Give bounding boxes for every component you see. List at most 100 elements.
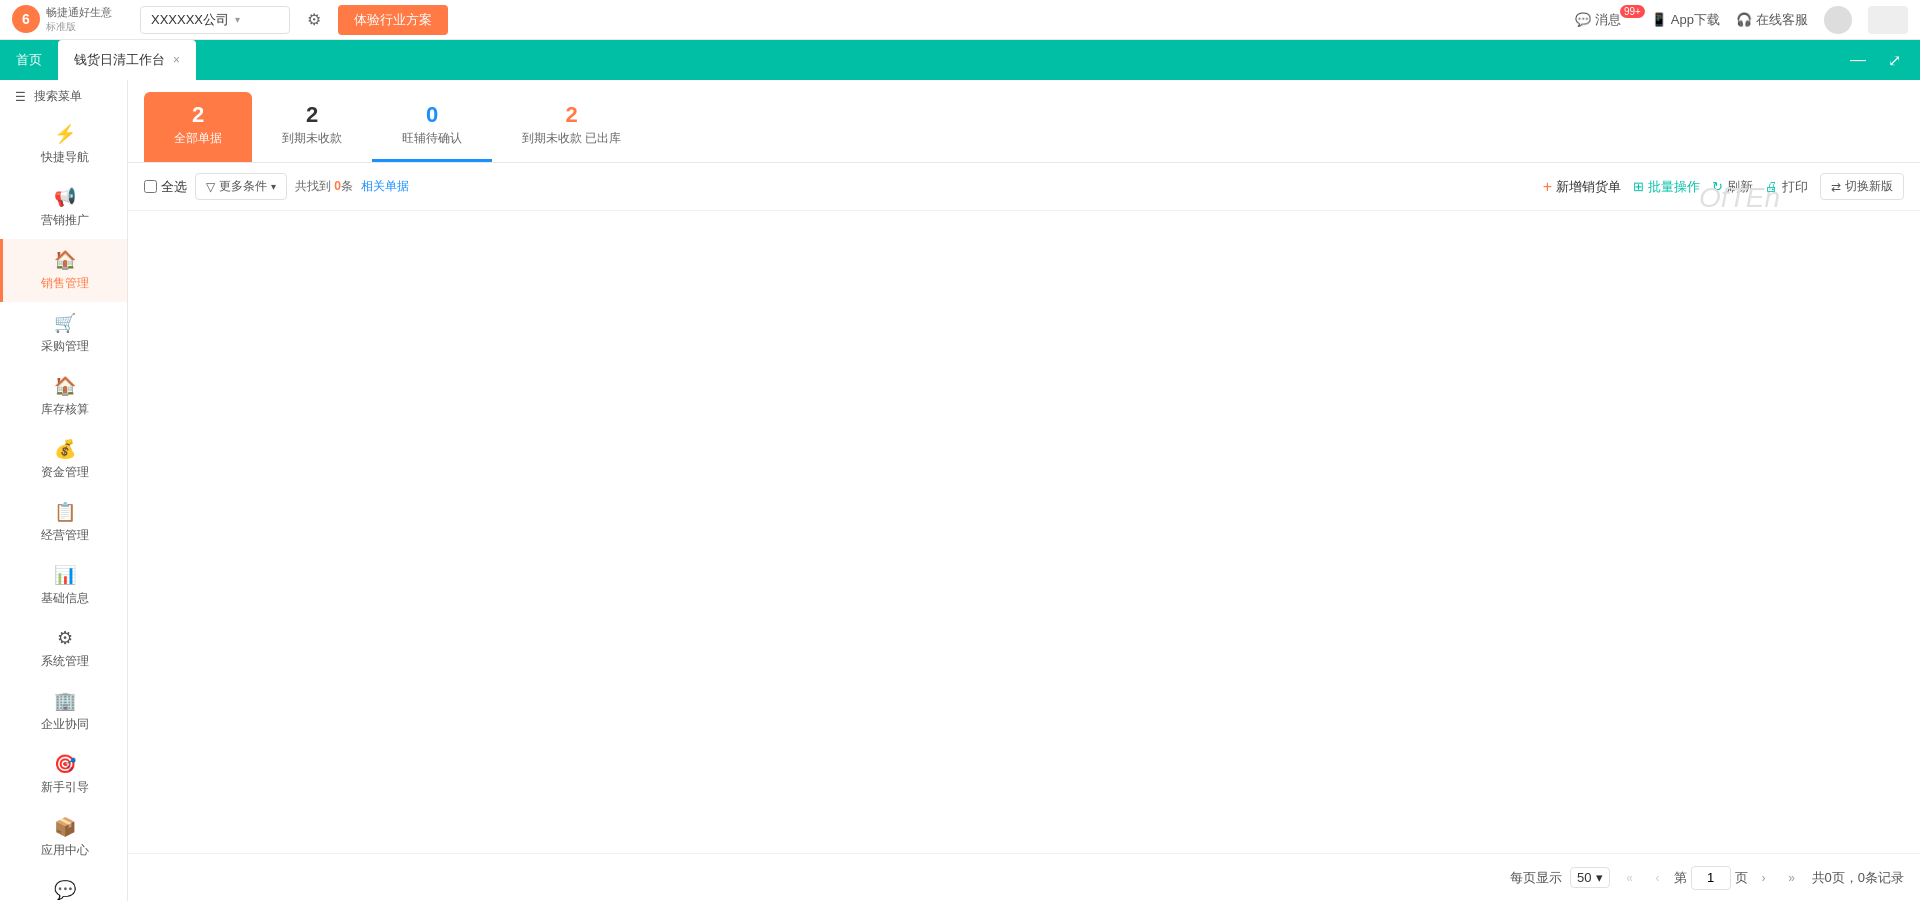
- refresh-icon: ↻: [1712, 179, 1723, 194]
- sidebar-item-sales[interactable]: 🏠 销售管理: [0, 239, 127, 302]
- sidebar-label-base-info: 基础信息: [41, 590, 89, 607]
- tab-maximize-button[interactable]: ⤢: [1880, 46, 1908, 74]
- tab-active[interactable]: 钱货日清工作台 ×: [58, 40, 196, 80]
- enterprise-icon: 🏢: [54, 690, 76, 712]
- page-size-select[interactable]: 50 ▾: [1570, 867, 1609, 888]
- page-size-chevron-icon: ▾: [1596, 870, 1603, 885]
- add-button[interactable]: + 新增销货单: [1543, 178, 1621, 196]
- page-suffix: 页: [1735, 869, 1748, 887]
- sidebar-label-app-center: 应用中心: [41, 842, 89, 859]
- sidebar-label-marketing: 营销推广: [41, 212, 89, 229]
- tab-close-button[interactable]: ×: [173, 53, 180, 67]
- logo-line2: 标准版: [46, 20, 112, 34]
- wechat-icon: 💬: [54, 879, 76, 901]
- page-input[interactable]: [1691, 866, 1731, 890]
- sidebar-item-quick-nav[interactable]: ⚡ 快捷导航: [0, 113, 127, 176]
- result-text: 共找到 0条: [295, 178, 353, 195]
- sidebar-item-enterprise[interactable]: 🏢 企业协同: [0, 680, 127, 743]
- result-suffix: 条: [341, 179, 353, 193]
- stats-tab-all[interactable]: 2 全部单据: [144, 92, 252, 162]
- switch-button[interactable]: ⇄ 切换新版: [1820, 173, 1904, 200]
- top-header: 6 畅捷通好生意 标准版 XXXXXX公司 ▾ ⚙ 体验行业方案 💬 消息 99…: [0, 0, 1920, 40]
- sidebar-label-purchase: 采购管理: [41, 338, 89, 355]
- sidebar-label-finance: 资金管理: [41, 464, 89, 481]
- service-icon: 🎧: [1736, 12, 1752, 27]
- stats-count-wangwang: 0: [426, 102, 438, 128]
- settings-button[interactable]: ⚙: [298, 4, 330, 36]
- sidebar-item-app-center[interactable]: 📦 应用中心: [0, 806, 127, 869]
- batch-button[interactable]: ⊞ 批量操作: [1633, 178, 1700, 196]
- sidebar-item-inventory[interactable]: 🏠 库存核算: [0, 365, 127, 428]
- system-icon: ⚙: [57, 627, 73, 649]
- select-all-input[interactable]: [144, 180, 157, 193]
- chevron-down-icon: ▾: [235, 14, 240, 25]
- main-layout: ☰ 搜索菜单 ⚡ 快捷导航 📢 营销推广 🏠 销售管理 🛒 采购管理 🏠 库存核…: [0, 80, 1920, 901]
- sidebar-item-system[interactable]: ⚙ 系统管理: [0, 617, 127, 680]
- refresh-label: 刷新: [1727, 178, 1753, 196]
- next-page-button[interactable]: ›: [1752, 866, 1776, 890]
- header-right: 💬 消息 99+ 📱 App下载 🎧 在线客服: [1575, 6, 1908, 34]
- sidebar-item-guide[interactable]: 🎯 新手引导: [0, 743, 127, 806]
- stats-label-overdue: 到期未收款: [282, 130, 342, 147]
- company-selector[interactable]: XXXXXX公司 ▾: [140, 6, 290, 34]
- stats-count-overdue: 2: [306, 102, 318, 128]
- print-icon: 🖨: [1765, 179, 1778, 194]
- sidebar-label-guide: 新手引导: [41, 779, 89, 796]
- message-icon: 💬: [1575, 12, 1591, 27]
- sidebar-label-enterprise: 企业协同: [41, 716, 89, 733]
- app-download-button[interactable]: 📱 App下载: [1651, 11, 1720, 29]
- tab-bar-right: — ⤢: [1844, 46, 1920, 74]
- tab-minimize-button[interactable]: —: [1844, 46, 1872, 74]
- stats-tab-wangwang[interactable]: 0 旺辅待确认: [372, 92, 492, 162]
- stats-tabs: 2 全部单据 2 到期未收款 0 旺辅待确认 2 到期未收款 已出库: [128, 80, 1920, 163]
- toolbar-right: + 新增销货单 ⊞ 批量操作 ↻ 刷新 🖨 打印: [1543, 173, 1904, 200]
- filter-label: 更多条件: [219, 178, 267, 195]
- sidebar-item-finance[interactable]: 💰 资金管理: [0, 428, 127, 491]
- sidebar-label-system: 系统管理: [41, 653, 89, 670]
- base-info-icon: 📊: [54, 564, 76, 586]
- stats-tab-overdue-out[interactable]: 2 到期未收款 已出库: [492, 92, 651, 162]
- guide-icon: 🎯: [54, 753, 76, 775]
- batch-icon: ⊞: [1633, 179, 1644, 194]
- switch-icon: ⇄: [1831, 180, 1841, 194]
- last-page-button[interactable]: »: [1780, 866, 1804, 890]
- online-service-button[interactable]: 🎧 在线客服: [1736, 11, 1808, 29]
- message-button[interactable]: 💬 消息 99+: [1575, 11, 1635, 29]
- sidebar: ☰ 搜索菜单 ⚡ 快捷导航 📢 营销推广 🏠 销售管理 🛒 采购管理 🏠 库存核…: [0, 80, 128, 901]
- select-all-checkbox[interactable]: 全选: [144, 178, 187, 196]
- sidebar-search[interactable]: ☰ 搜索菜单: [0, 80, 127, 113]
- avatar[interactable]: [1824, 6, 1852, 34]
- filter-icon: ▽: [206, 180, 215, 194]
- toolbar: 全选 ▽ 更多条件 ▾ 共找到 0条 相关单据 + 新增销货单: [128, 163, 1920, 211]
- operations-icon: 📋: [54, 501, 76, 523]
- purchase-icon: 🛒: [54, 312, 76, 334]
- sidebar-item-operations[interactable]: 📋 经营管理: [0, 491, 127, 554]
- logo-line1: 畅捷通好生意: [46, 5, 112, 19]
- first-page-button[interactable]: «: [1618, 866, 1642, 890]
- prev-page-button[interactable]: ‹: [1646, 866, 1670, 890]
- online-service-label: 在线客服: [1756, 11, 1808, 29]
- filter-button[interactable]: ▽ 更多条件 ▾: [195, 173, 287, 200]
- refresh-button[interactable]: ↻ 刷新: [1712, 178, 1753, 196]
- tab-home[interactable]: 首页: [0, 40, 58, 80]
- sidebar-item-purchase[interactable]: 🛒 采购管理: [0, 302, 127, 365]
- total-label: 共0页，0条记录: [1812, 869, 1904, 887]
- sidebar-item-base-info[interactable]: 📊 基础信息: [0, 554, 127, 617]
- print-button[interactable]: 🖨 打印: [1765, 178, 1808, 196]
- message-label: 消息: [1595, 11, 1621, 29]
- related-label: 相关单据: [361, 178, 409, 195]
- search-menu-label: 搜索菜单: [34, 88, 82, 105]
- stats-tab-overdue[interactable]: 2 到期未收款: [252, 92, 372, 162]
- app-download-label: App下载: [1671, 11, 1720, 29]
- page-nav: « ‹ 第 页 › »: [1618, 866, 1804, 890]
- pagination: 每页显示 50 ▾ « ‹ 第 页 › » 共0页，0条记录: [128, 853, 1920, 901]
- tab-bar: 首页 钱货日清工作台 × — ⤢: [0, 40, 1920, 80]
- quick-nav-icon: ⚡: [54, 123, 76, 145]
- user-menu[interactable]: [1868, 6, 1908, 34]
- sidebar-item-marketing[interactable]: 📢 营销推广: [0, 176, 127, 239]
- sidebar-label-sales: 销售管理: [41, 275, 89, 292]
- active-tab-label: 钱货日清工作台: [74, 51, 165, 69]
- trial-button[interactable]: 体验行业方案: [338, 5, 448, 35]
- sidebar-label-inventory: 库存核算: [41, 401, 89, 418]
- sidebar-item-wechat[interactable]: 💬 企业微信: [0, 869, 127, 901]
